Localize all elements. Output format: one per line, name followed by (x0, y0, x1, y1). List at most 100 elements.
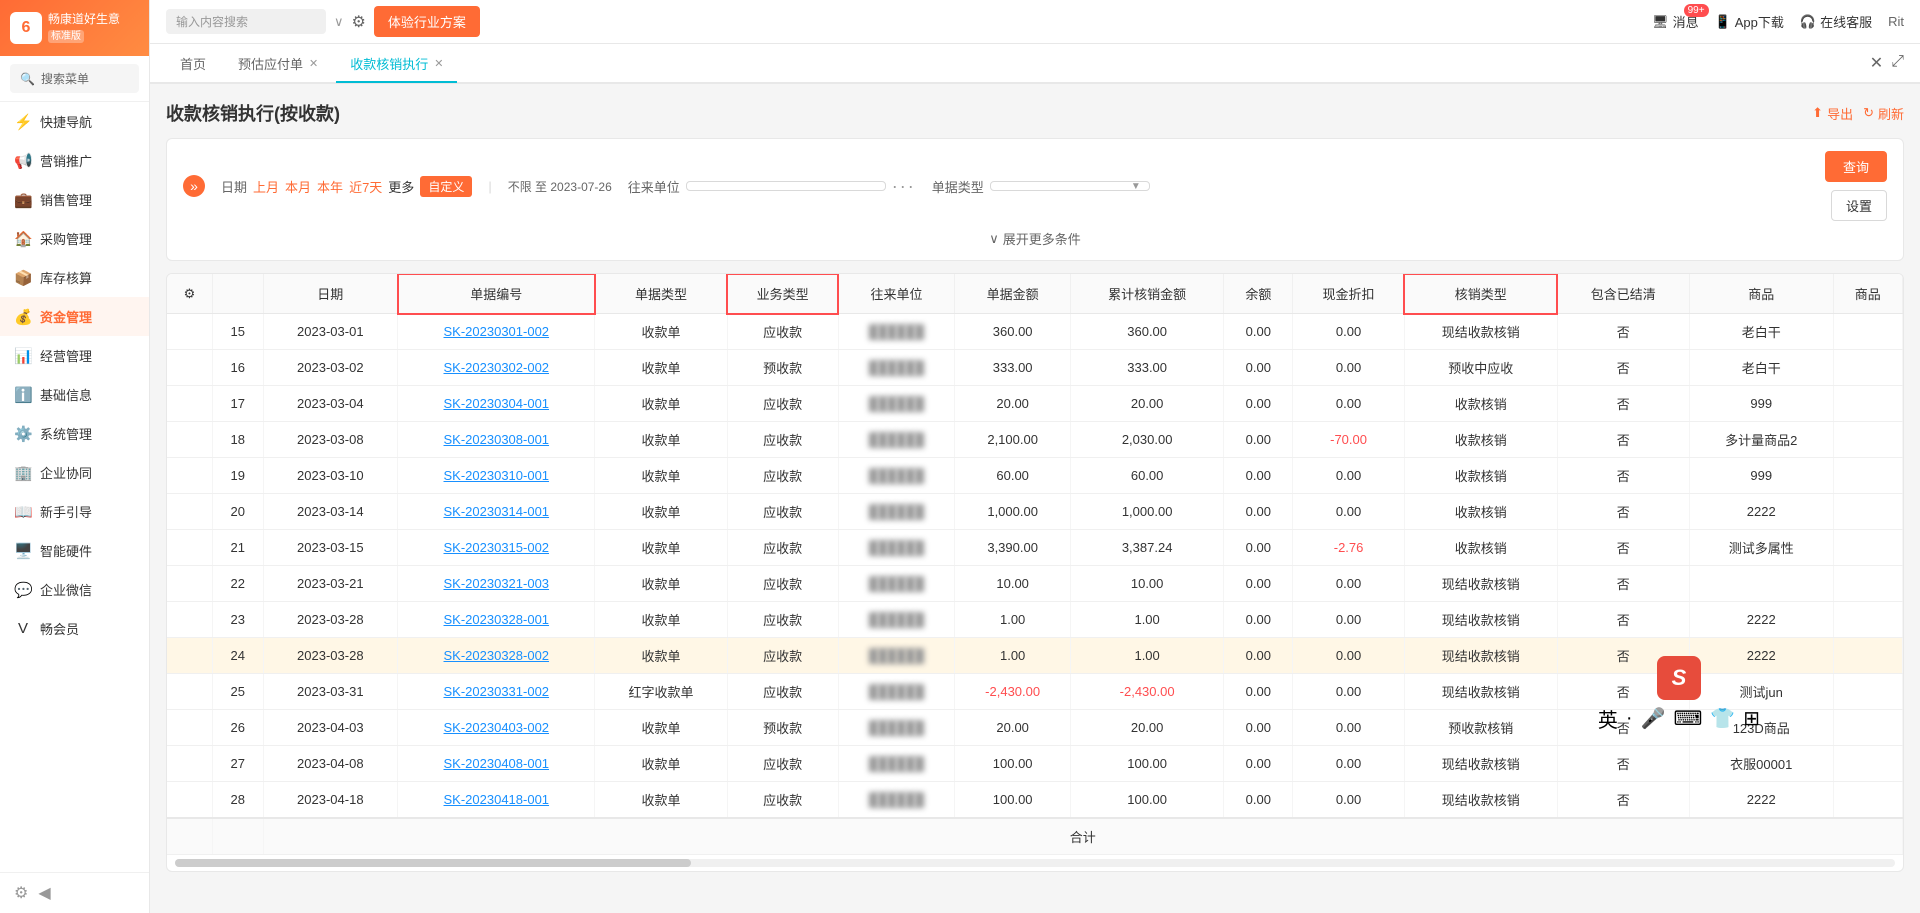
table-cell (1833, 350, 1902, 386)
partner-input[interactable] (686, 181, 886, 191)
table-cell: 19 (212, 458, 263, 494)
table-cell: 1.00 (1071, 602, 1224, 638)
tab-home[interactable]: 首页 (166, 46, 220, 83)
app-download-button[interactable]: 📱 App下载 (1715, 12, 1784, 31)
voucher-no-cell[interactable]: SK-20230314-001 (398, 494, 595, 530)
biz-type-cell: 应收款 (727, 314, 838, 350)
voucher-no-cell[interactable]: SK-20230301-002 (398, 314, 595, 350)
chinese-icon[interactable]: 英 (1598, 704, 1618, 733)
table-cell: 老白干 (1689, 314, 1833, 350)
wechat-icon: 💬 (14, 581, 32, 599)
sidebar-item-wechat[interactable]: 💬 企业微信 (0, 570, 149, 609)
sidebar-item-guide[interactable]: 📖 新手引导 (0, 492, 149, 531)
filter-settings-button[interactable]: 设置 (1831, 190, 1887, 221)
sidebar-item-marketing[interactable]: 📢 营销推广 (0, 141, 149, 180)
mobile-icon: 📱 (1715, 14, 1731, 30)
sidebar-item-inventory[interactable]: 📦 库存核算 (0, 258, 149, 297)
tab-prepay[interactable]: 预估应付单 ✕ (224, 46, 332, 83)
voucher-type-select[interactable]: ▼ (990, 181, 1150, 191)
expand-icon[interactable]: ⤢ (1891, 53, 1904, 73)
search-input[interactable]: 输入内容搜索 (166, 9, 326, 34)
table-cell: ██████ (838, 530, 954, 566)
sidebar-item-purchase[interactable]: 🏠 采购管理 (0, 219, 149, 258)
system-icon: ⚙️ (14, 425, 32, 443)
col-partner-header: 往来单位 (838, 274, 954, 314)
filter-divider1: | (488, 179, 491, 194)
sidebar-item-system[interactable]: ⚙️ 系统管理 (0, 414, 149, 453)
table-cell: ██████ (838, 746, 954, 782)
logo-text: 畅康道好生意 标准版 (48, 12, 120, 43)
voucher-no-cell[interactable]: SK-20230328-001 (398, 602, 595, 638)
sidebar-item-operations[interactable]: 📊 经营管理 (0, 336, 149, 375)
table-cell: 2023-03-28 (263, 638, 398, 674)
search-menu-button[interactable]: 🔍 搜索菜单 (10, 64, 139, 93)
table-cell: 2023-04-08 (263, 746, 398, 782)
online-service-button[interactable]: 🎧 在线客服 (1800, 12, 1872, 31)
table-scrollbar[interactable] (175, 859, 1895, 867)
table-cell (167, 422, 212, 458)
gear-icon[interactable]: ⚙ (352, 12, 366, 32)
table-scrollbar-thumb[interactable] (175, 859, 691, 867)
date-custom-button[interactable]: 自定义 (420, 176, 472, 197)
voucher-no-cell[interactable]: SK-20230302-002 (398, 350, 595, 386)
table-cell: ██████ (838, 314, 954, 350)
footer-collapse-icon[interactable]: ◀ (38, 883, 50, 903)
voucher-no-cell[interactable]: SK-20230321-003 (398, 566, 595, 602)
sidebar-item-member[interactable]: V 畅会员 (0, 609, 149, 648)
voucher-no-cell[interactable]: SK-20230308-001 (398, 422, 595, 458)
filter-toggle-button[interactable]: » (183, 175, 205, 197)
table-cell: 0.00 (1224, 350, 1293, 386)
mic-icon[interactable]: 🎤 (1641, 706, 1666, 731)
table-cell (167, 746, 212, 782)
voucher-no-cell[interactable]: SK-20230304-001 (398, 386, 595, 422)
table-header-row: ⚙ 日期 单据编号 单据类型 业务类型 往来单位 单据金额 累计核销金额 余额 … (167, 274, 1903, 314)
date-option-prev-month[interactable]: 上月 (253, 177, 279, 196)
col-gear-header[interactable]: ⚙ (167, 274, 212, 314)
refresh-button[interactable]: ↻ 刷新 (1863, 104, 1904, 123)
sidebar-item-hardware[interactable]: 🖥️ 智能硬件 (0, 531, 149, 570)
sidebar-item-sales[interactable]: 💼 销售管理 (0, 180, 149, 219)
voucher-no-cell[interactable]: SK-20230310-001 (398, 458, 595, 494)
column-settings-icon[interactable]: ⚙ (184, 286, 196, 301)
message-button[interactable]: 🖥 消息 99+ (1652, 12, 1699, 31)
voucher-no-cell[interactable]: SK-20230331-002 (398, 674, 595, 710)
grid-icon[interactable]: ⊞ (1743, 706, 1760, 731)
date-option-7days[interactable]: 近7天 (349, 177, 382, 196)
keyboard-icon[interactable]: ⌨ (1673, 706, 1702, 731)
solution-button[interactable]: 体验行业方案 (374, 6, 480, 37)
date-option-cur-year[interactable]: 本年 (317, 177, 343, 196)
sidebar-item-finance[interactable]: 💰 资金管理 (0, 297, 149, 336)
voucher-no-cell[interactable]: SK-20230328-002 (398, 638, 595, 674)
voucher-no-cell[interactable]: SK-20230418-001 (398, 782, 595, 819)
sidebar-item-enterprise[interactable]: 🏢 企业协同 (0, 453, 149, 492)
table-cell: 100.00 (955, 782, 1071, 819)
date-option-more[interactable]: 更多 (388, 177, 414, 196)
verify-type-cell: 现结收款核销 (1404, 314, 1557, 350)
table-cell: -2,430.00 (955, 674, 1071, 710)
shirt-icon[interactable]: 👕 (1710, 706, 1735, 731)
sidebar-item-quick[interactable]: ⚡ 快捷导航 (0, 102, 149, 141)
table-row: 192023-03-10SK-20230310-001收款单应收款██████6… (167, 458, 1903, 494)
query-button[interactable]: 查询 (1825, 151, 1887, 182)
voucher-no-cell[interactable]: SK-20230403-002 (398, 710, 595, 746)
filter-expand-button[interactable]: ∨ 展开更多条件 (989, 229, 1081, 248)
verify-type-cell: 收款核销 (1404, 458, 1557, 494)
sidebar-item-basic[interactable]: ℹ️ 基础信息 (0, 375, 149, 414)
biz-type-cell: 应收款 (727, 638, 838, 674)
voucher-no-cell[interactable]: SK-20230315-002 (398, 530, 595, 566)
table-cell: 收款单 (595, 746, 727, 782)
date-option-cur-month[interactable]: 本月 (285, 177, 311, 196)
footer-settings-icon[interactable]: ⚙ (14, 883, 28, 903)
export-button[interactable]: ⬆ 导出 (1812, 104, 1853, 123)
table-cell (1833, 710, 1902, 746)
tab-collection[interactable]: 收款核销执行 ✕ (336, 46, 457, 83)
voucher-no-cell[interactable]: SK-20230408-001 (398, 746, 595, 782)
filter-voucher-field: 单据类型 ▼ (932, 177, 1150, 196)
date-options: 上月 本月 本年 近7天 更多 自定义 (253, 176, 472, 197)
tab-close-prepay[interactable]: ✕ (309, 57, 318, 70)
col-include-settled-header: 包含已结清 (1557, 274, 1689, 314)
table-row: 222023-03-21SK-20230321-003收款单应收款██████1… (167, 566, 1903, 602)
tab-close-collection[interactable]: ✕ (434, 57, 443, 70)
close-all-icon[interactable]: ✕ (1870, 53, 1883, 73)
table-cell: 360.00 (1071, 314, 1224, 350)
